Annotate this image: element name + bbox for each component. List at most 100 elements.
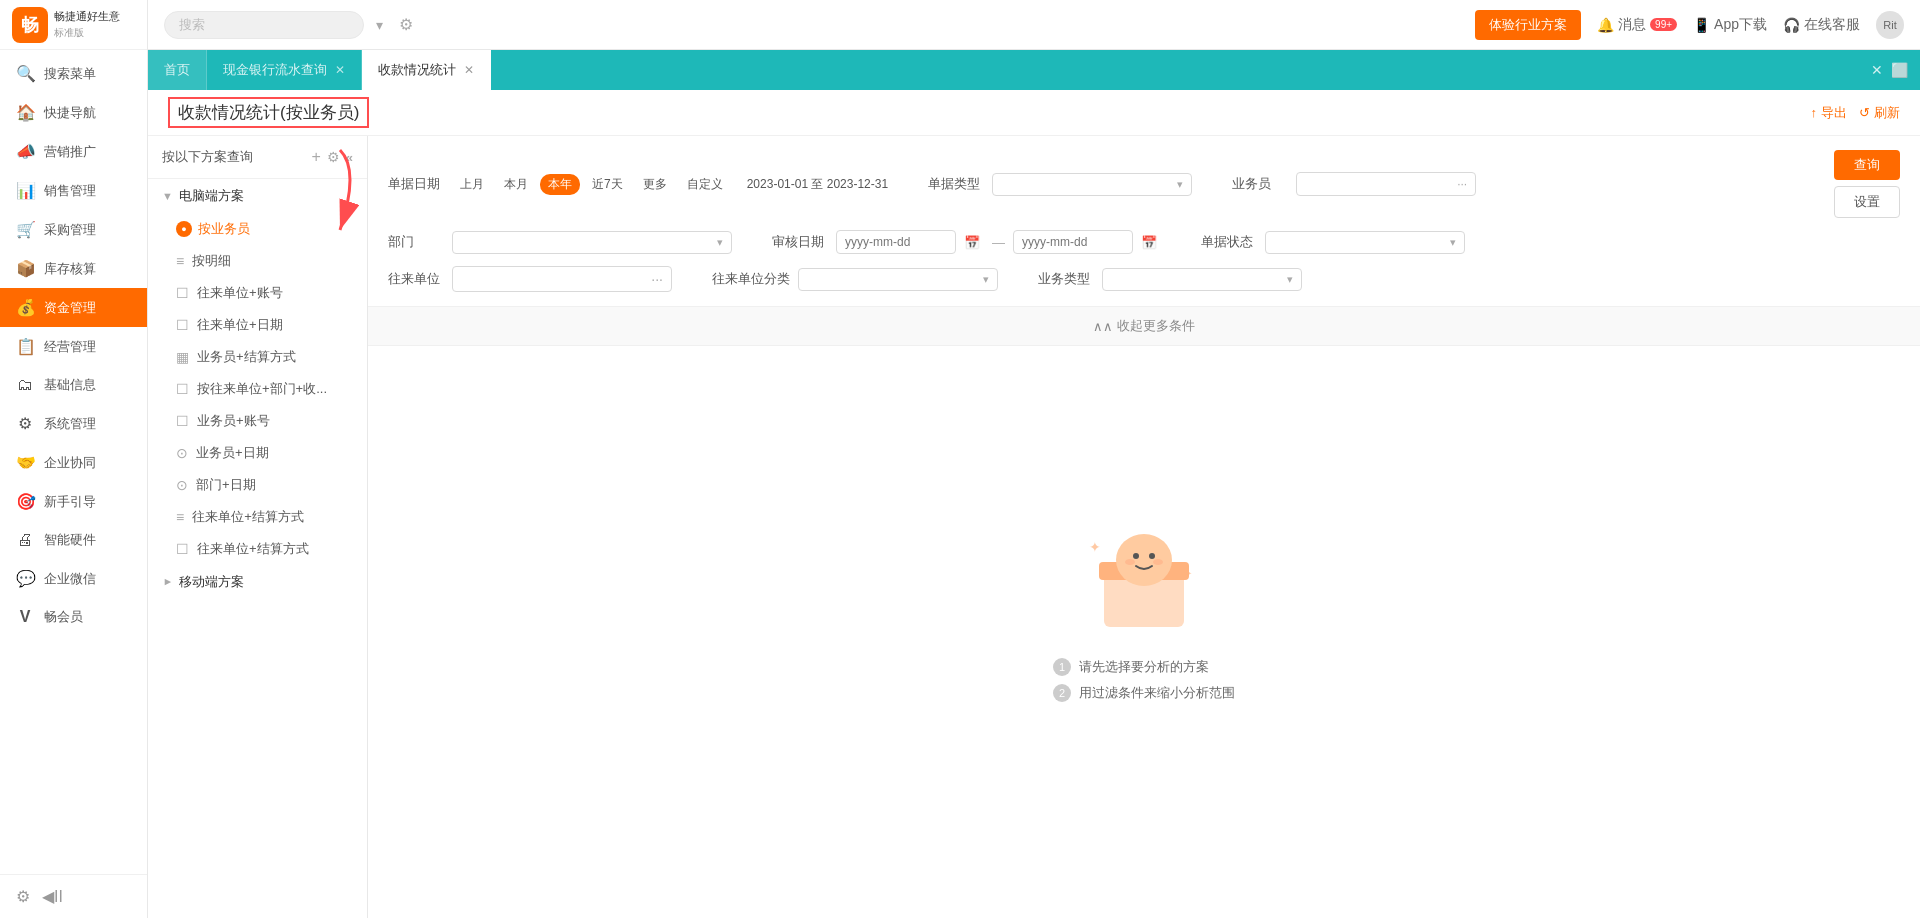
filter-review-date: 审核日期 📅 — 📅 [772, 230, 1161, 254]
scheme-item-label: 部门+日期 [196, 476, 256, 494]
topbar-dropdown-icon[interactable]: ▾ [376, 17, 383, 33]
salesperson-more-dots[interactable]: ··· [1457, 177, 1467, 191]
salesperson-select[interactable]: ··· [1296, 172, 1476, 196]
trial-btn[interactable]: 体验行业方案 [1475, 10, 1581, 40]
scheme-item-salesperson-method[interactable]: ▦ 业务员+结算方式 [148, 341, 367, 373]
sidebar-item-purchase[interactable]: 🛒 采购管理 [0, 210, 147, 249]
salesperson-account-icon: ☐ [176, 413, 189, 429]
sidebar-item-finance[interactable]: 💰 资金管理 [0, 288, 147, 327]
scheme-item-by-details[interactable]: ≡ 按明细 [148, 245, 367, 277]
filter-voucher-type: 单据类型 ▾ [928, 173, 1192, 196]
topbar: 搜索 ▾ ⚙ 体验行业方案 🔔 消息 99+ 📱 App下载 🎧 在线客服 Ri… [148, 0, 1920, 50]
scheme-item-by-salesperson[interactable]: ● 按业务员 [148, 213, 367, 245]
business-type-chevron: ▾ [1287, 273, 1293, 286]
hardware-icon: 🖨 [16, 531, 34, 549]
scheme-item-label: 往来单位+账号 [197, 284, 283, 302]
business-type-select[interactable]: ▾ [1102, 268, 1302, 291]
partner-more-dots[interactable]: ··· [651, 271, 663, 287]
sidebar-settings-btn[interactable]: ⚙ [16, 887, 30, 906]
sidebar-item-enterprise[interactable]: 🤝 企业协同 [0, 443, 147, 482]
sidebar-item-basic[interactable]: 🗂 基础信息 [0, 366, 147, 404]
message-badge: 99+ [1650, 18, 1677, 31]
filter-section: 单据日期 上月 本月 本年 近7天 更多 自定义 2023-01-01 至 20… [368, 136, 1920, 307]
partner-select[interactable]: ··· [452, 266, 672, 292]
sidebar-item-sales[interactable]: 📊 销售管理 [0, 171, 147, 210]
group-expand-icon: ▼ [162, 190, 173, 202]
export-btn[interactable]: ↑ 导出 [1811, 104, 1848, 122]
sidebar-item-hardware[interactable]: 🖨 智能硬件 [0, 521, 147, 559]
sidebar-item-inventory[interactable]: 📦 库存核算 [0, 249, 147, 288]
query-btn[interactable]: 查询 [1834, 150, 1900, 180]
tab-close-icon[interactable]: ✕ [1871, 62, 1883, 78]
tab-bank-flow[interactable]: 现金银行流水查询 ✕ [207, 50, 362, 90]
tab-receipt-stats-close[interactable]: ✕ [464, 63, 474, 77]
page-title: 收款情况统计(按业务员) [168, 97, 369, 128]
review-date-end-picker[interactable]: 📅 [1137, 235, 1161, 250]
sidebar-item-wechat[interactable]: 💬 企业微信 [0, 559, 147, 598]
date-tab-last-month[interactable]: 上月 [452, 174, 492, 195]
scheme-item-partner-date[interactable]: ☐ 往来单位+日期 [148, 309, 367, 341]
message-icon-area[interactable]: 🔔 消息 99+ [1597, 16, 1677, 34]
review-date-start-picker[interactable]: 📅 [960, 235, 984, 250]
dept-label: 部门 [388, 233, 444, 251]
app-download-area[interactable]: 📱 App下载 [1693, 16, 1767, 34]
sidebar-item-system[interactable]: ⚙ 系统管理 [0, 404, 147, 443]
sidebar-item-search[interactable]: 🔍 搜索菜单 [0, 54, 147, 93]
scheme-item-label: 往来单位+日期 [197, 316, 283, 334]
date-tab-this-year[interactable]: 本年 [540, 174, 580, 195]
filter-partner: 往来单位 ··· [388, 266, 672, 292]
voucher-status-select[interactable]: ▾ [1265, 231, 1465, 254]
user-avatar[interactable]: Rit [1876, 11, 1904, 39]
headset-icon: 🎧 [1783, 17, 1800, 33]
voucher-type-select[interactable]: ▾ [992, 173, 1192, 196]
date-tab-this-month[interactable]: 本月 [496, 174, 536, 195]
topbar-settings-icon[interactable]: ⚙ [399, 15, 413, 34]
mobile-group-expand-icon: ▼ [161, 577, 173, 588]
edition-tag: 标准版 [54, 26, 120, 40]
tab-receipt-stats[interactable]: 收款情况统计 ✕ [362, 50, 491, 90]
step-2-num: 2 [1053, 684, 1071, 702]
tabs-right: ✕ ⬜ [1859, 50, 1920, 90]
review-date-start-input[interactable] [836, 230, 956, 254]
scheme-item-partner-method2[interactable]: ≡ 往来单位+结算方式 [148, 501, 367, 533]
sidebar-item-member[interactable]: V 畅会员 [0, 598, 147, 636]
filter-settings-btn[interactable]: 设置 [1834, 186, 1900, 218]
collapse-bar[interactable]: ∧∧ 收起更多条件 [368, 307, 1920, 346]
scheme-item-dept-date[interactable]: ⊙ 部门+日期 [148, 469, 367, 501]
operation-icon: 📋 [16, 337, 34, 356]
empty-step-1: 1 请先选择要分析的方案 [1053, 658, 1235, 676]
sidebar-item-marketing[interactable]: 📣 营销推广 [0, 132, 147, 171]
collapse-panel-btn[interactable]: « [346, 150, 353, 165]
sidebar-item-guide[interactable]: 🎯 新手引导 [0, 482, 147, 521]
review-date-end-input[interactable] [1013, 230, 1133, 254]
date-tab-more[interactable]: 更多 [635, 174, 675, 195]
tab-bank-flow-close[interactable]: ✕ [335, 63, 345, 77]
tab-home[interactable]: 首页 [148, 50, 207, 90]
add-scheme-btn[interactable]: + [311, 148, 320, 166]
scheme-settings-btn[interactable]: ⚙ [327, 149, 340, 165]
sidebar-item-quicknav[interactable]: 🏠 快捷导航 [0, 93, 147, 132]
desktop-group-header[interactable]: ▼ 电脑端方案 [148, 179, 367, 213]
scheme-item-partner-account[interactable]: ☐ 往来单位+账号 [148, 277, 367, 309]
voucher-status-chevron: ▾ [1450, 236, 1456, 249]
svg-point-2 [1116, 534, 1172, 586]
refresh-btn[interactable]: ↺ 刷新 [1859, 104, 1900, 122]
dept-select[interactable]: ▾ [452, 231, 732, 254]
tab-maximize-icon[interactable]: ⬜ [1891, 62, 1908, 78]
scheme-item-partner-method3[interactable]: ☐ 往来单位+结算方式 [148, 533, 367, 565]
sidebar-item-label: 畅会员 [44, 608, 83, 626]
scheme-item-salesperson-account[interactable]: ☐ 业务员+账号 [148, 405, 367, 437]
review-date-range: 📅 — 📅 [836, 230, 1161, 254]
filter-voucher-status: 单据状态 ▾ [1201, 231, 1465, 254]
date-tab-custom[interactable]: 自定义 [679, 174, 731, 195]
sidebar-collapse-btn[interactable]: ◀II [42, 887, 63, 906]
mobile-group-header[interactable]: ▼ 移动端方案 [148, 565, 367, 599]
partner-category-select[interactable]: ▾ [798, 268, 998, 291]
service-area[interactable]: 🎧 在线客服 [1783, 16, 1860, 34]
scheme-item-partner-dept[interactable]: ☐ 按往来单位+部门+收... [148, 373, 367, 405]
partner-method2-icon: ≡ [176, 509, 184, 525]
date-range-display: 2023-01-01 至 2023-12-31 [747, 176, 888, 193]
sidebar-item-operation[interactable]: 📋 经营管理 [0, 327, 147, 366]
scheme-item-salesperson-date[interactable]: ⊙ 业务员+日期 [148, 437, 367, 469]
date-tab-last7[interactable]: 近7天 [584, 174, 631, 195]
